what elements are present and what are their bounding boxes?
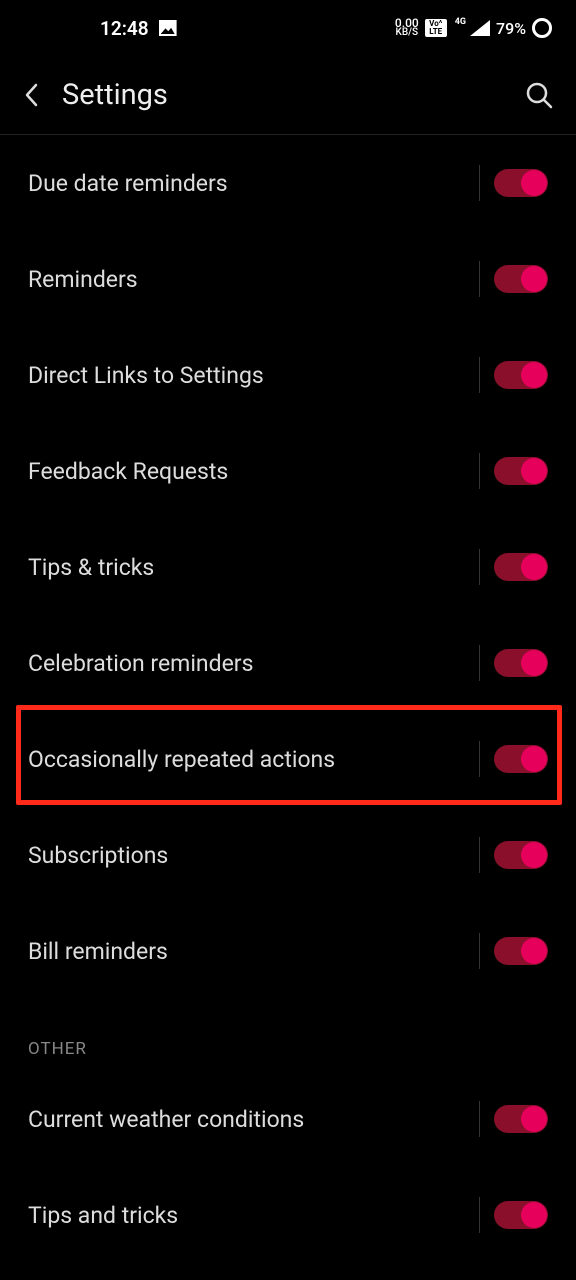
setting-label: Subscriptions: [28, 842, 465, 869]
toggle-switch[interactable]: [494, 553, 548, 581]
clock: 12:48: [100, 17, 149, 40]
status-bar: 12:48 0.00 KB/S Vo^LTE 4G 79%: [0, 0, 576, 56]
setting-row[interactable]: Tips and tricks: [0, 1167, 576, 1263]
section-header-other: OTHER: [0, 999, 576, 1071]
row-divider: [479, 1101, 480, 1137]
row-divider: [479, 453, 480, 489]
setting-row[interactable]: Celebration reminders: [0, 615, 576, 711]
toggle-switch[interactable]: [494, 361, 548, 389]
setting-label: Tips & tricks: [28, 554, 465, 581]
setting-row[interactable]: Bill reminders: [0, 903, 576, 999]
row-divider: [479, 357, 480, 393]
setting-row[interactable]: Feedback Requests: [0, 423, 576, 519]
setting-label: Feedback Requests: [28, 458, 465, 485]
toggle-switch[interactable]: [494, 265, 548, 293]
setting-row[interactable]: Direct Links to Settings: [0, 327, 576, 423]
setting-row-highlighted[interactable]: Occasionally repeated actions: [0, 711, 576, 807]
setting-row[interactable]: Current weather conditions: [0, 1071, 576, 1167]
row-divider: [479, 1197, 480, 1233]
row-divider: [479, 261, 480, 297]
signal-icon: [470, 20, 490, 36]
toggle-switch[interactable]: [494, 1105, 548, 1133]
setting-row[interactable]: Due date reminders: [0, 135, 576, 231]
volte-icon: Vo^LTE: [425, 19, 447, 37]
search-icon[interactable]: [524, 80, 554, 110]
toggle-switch[interactable]: [494, 457, 548, 485]
battery-percent: 79%: [496, 19, 526, 38]
network-gen: 4G: [455, 17, 466, 27]
toggle-switch[interactable]: [494, 937, 548, 965]
toggle-switch[interactable]: [494, 841, 548, 869]
settings-list: Due date reminders Reminders Direct Link…: [0, 134, 576, 1263]
toggle-switch[interactable]: [494, 1201, 548, 1229]
row-divider: [479, 837, 480, 873]
setting-label: Reminders: [28, 266, 465, 293]
setting-label: Direct Links to Settings: [28, 362, 465, 389]
setting-label: Celebration reminders: [28, 650, 465, 677]
toggle-switch[interactable]: [494, 649, 548, 677]
toggle-switch[interactable]: [494, 745, 548, 773]
setting-label: Tips and tricks: [28, 1202, 465, 1229]
setting-row[interactable]: Tips & tricks: [0, 519, 576, 615]
row-divider: [479, 741, 480, 777]
row-divider: [479, 549, 480, 585]
network-speed: 0.00 KB/S: [395, 18, 419, 38]
gallery-icon: [159, 20, 177, 36]
row-divider: [479, 645, 480, 681]
setting-row[interactable]: Reminders: [0, 231, 576, 327]
toggle-switch[interactable]: [494, 169, 548, 197]
row-divider: [479, 165, 480, 201]
page-title: Settings: [62, 78, 504, 112]
setting-label: Due date reminders: [28, 170, 465, 197]
row-divider: [479, 933, 480, 969]
setting-row[interactable]: Subscriptions: [0, 807, 576, 903]
back-icon[interactable]: [22, 81, 42, 109]
setting-label: Occasionally repeated actions: [28, 746, 465, 773]
battery-ring-icon: [532, 18, 552, 38]
setting-label: Bill reminders: [28, 938, 465, 965]
app-header: Settings: [0, 56, 576, 134]
setting-label: Current weather conditions: [28, 1106, 465, 1133]
